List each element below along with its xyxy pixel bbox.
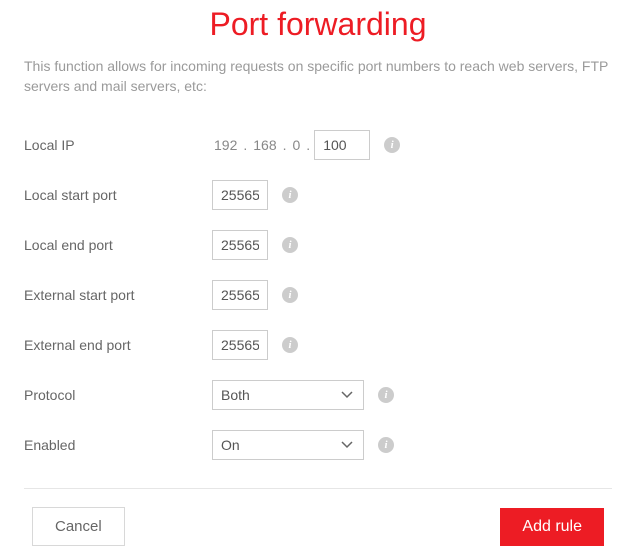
ip-octet-2: 168: [251, 137, 278, 153]
ip-dot: .: [283, 137, 287, 153]
row-local-ip: Local IP 192 . 168 . 0 . i: [24, 120, 612, 170]
row-external-start-port: External start port i: [24, 270, 612, 320]
ip-octet-3: 0: [291, 137, 303, 153]
label-external-start-port: External start port: [24, 287, 212, 303]
label-external-end-port: External end port: [24, 337, 212, 353]
local-start-port-input[interactable]: [212, 180, 268, 210]
ip-octet-4-input[interactable]: [314, 130, 370, 160]
info-icon[interactable]: i: [282, 187, 298, 203]
ip-dot: .: [306, 137, 310, 153]
label-local-ip: Local IP: [24, 137, 212, 153]
info-icon[interactable]: i: [378, 387, 394, 403]
info-icon[interactable]: i: [282, 337, 298, 353]
add-rule-button[interactable]: Add rule: [500, 508, 604, 546]
cancel-button[interactable]: Cancel: [32, 507, 125, 546]
info-icon[interactable]: i: [282, 237, 298, 253]
label-enabled: Enabled: [24, 437, 212, 453]
external-start-port-input[interactable]: [212, 280, 268, 310]
info-icon[interactable]: i: [384, 137, 400, 153]
protocol-select[interactable]: Both: [212, 380, 364, 410]
page-description: This function allows for incoming reques…: [24, 57, 612, 96]
enabled-select[interactable]: On: [212, 430, 364, 460]
divider: [24, 488, 612, 489]
row-local-start-port: Local start port i: [24, 170, 612, 220]
info-icon[interactable]: i: [378, 437, 394, 453]
label-local-end-port: Local end port: [24, 237, 212, 253]
external-end-port-input[interactable]: [212, 330, 268, 360]
row-enabled: Enabled On i: [24, 420, 612, 470]
ip-group: 192 . 168 . 0 .: [212, 130, 370, 160]
row-protocol: Protocol Both i: [24, 370, 612, 420]
ip-octet-1: 192: [212, 137, 239, 153]
row-external-end-port: External end port i: [24, 320, 612, 370]
info-icon[interactable]: i: [282, 287, 298, 303]
local-end-port-input[interactable]: [212, 230, 268, 260]
ip-dot: .: [243, 137, 247, 153]
button-row: Cancel Add rule: [24, 507, 612, 546]
label-local-start-port: Local start port: [24, 187, 212, 203]
row-local-end-port: Local end port i: [24, 220, 612, 270]
page-title: Port forwarding: [24, 0, 612, 57]
label-protocol: Protocol: [24, 387, 212, 403]
